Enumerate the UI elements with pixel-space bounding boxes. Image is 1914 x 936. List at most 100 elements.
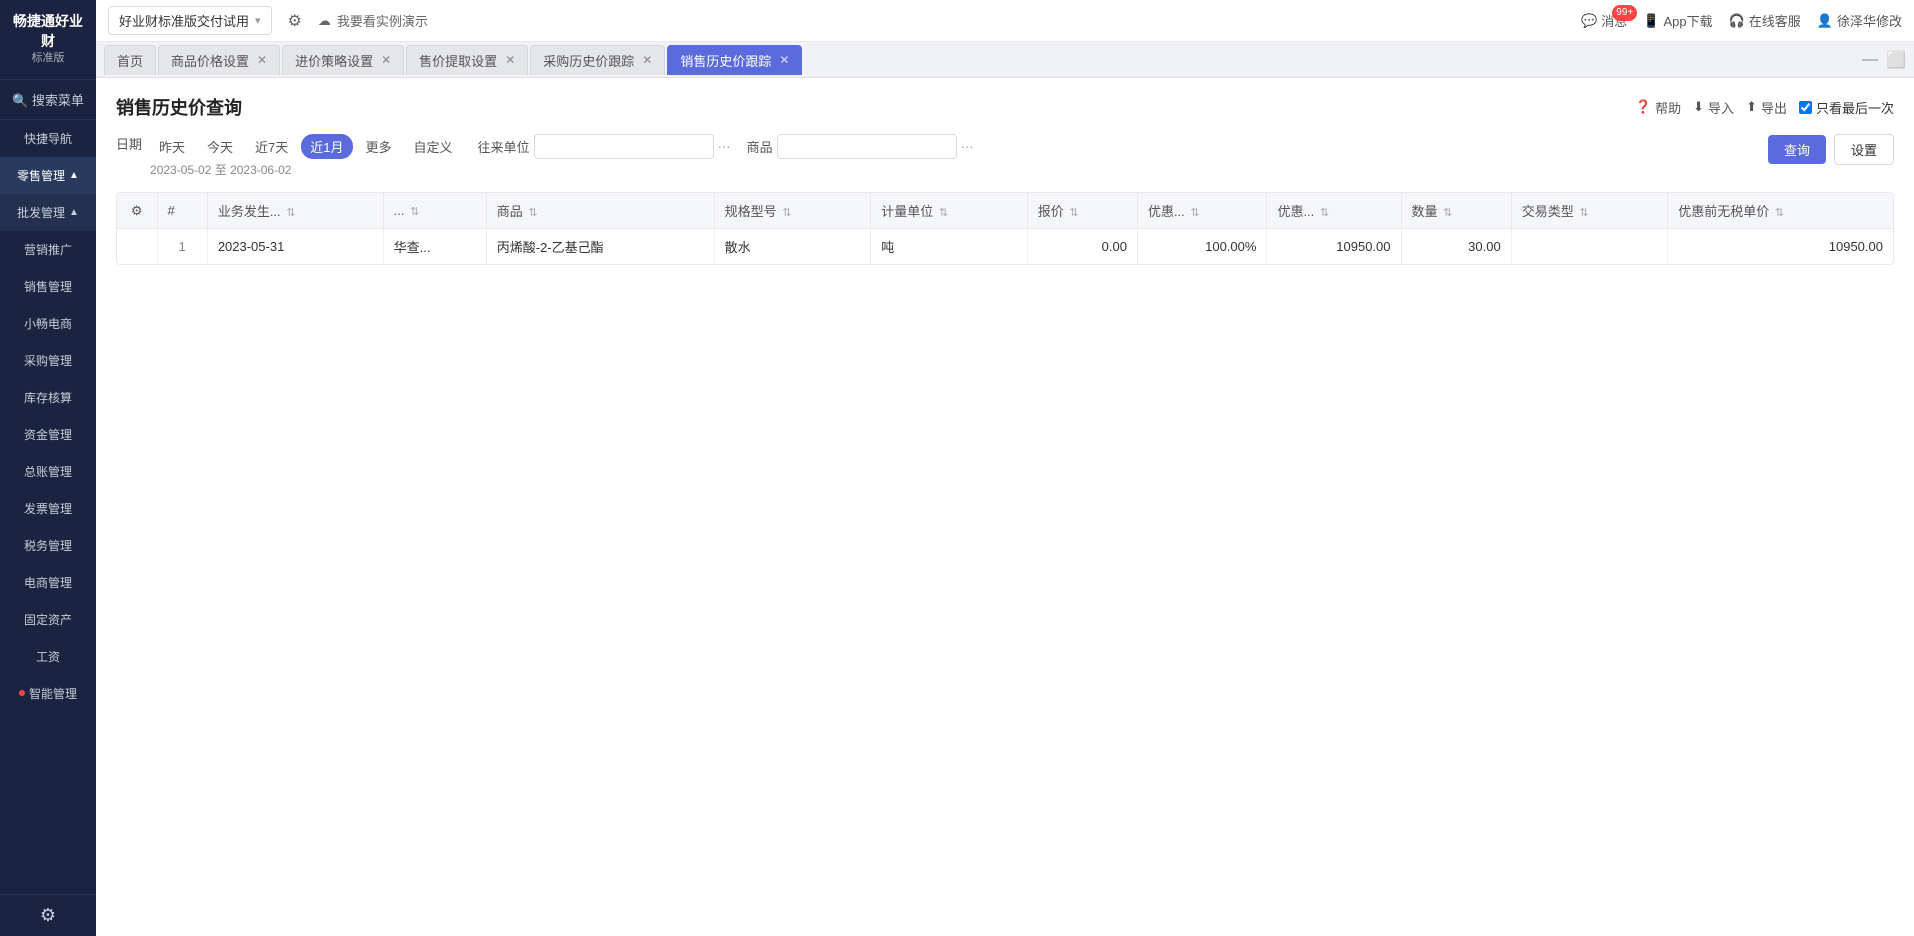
source-unit-label: 往来单位 [478, 137, 530, 156]
data-table-container: ⚙ # 业务发生... ⇅ ... ⇅ 商品 ⇅ 规格型号 ⇅ 计量单位 ⇅ 报… [116, 192, 1894, 265]
message-icon: 💬 [1581, 13, 1597, 29]
message-button[interactable]: 💬 消息 99+ [1581, 11, 1627, 30]
wholesale-label: 批发管理 [17, 204, 65, 221]
payroll-label: 工资 [36, 648, 60, 665]
sidebar-item-ecommerce[interactable]: 电商管理 [0, 564, 96, 601]
invoice-label: 发票管理 [24, 500, 72, 517]
date-yesterday-btn[interactable]: 昨天 [150, 134, 194, 159]
tabbar: 首页 商品价格设置 ✕ 进价策略设置 ✕ 售价提取设置 ✕ 采购历史价跟踪 ✕ … [96, 42, 1914, 78]
sidebar-item-finance[interactable]: 资金管理 [0, 416, 96, 453]
smart-label: 智能管理 [29, 685, 77, 702]
product-filter-label: 商品 [747, 137, 773, 156]
sidebar-item-sales[interactable]: 销售管理 [0, 268, 96, 305]
table-row[interactable]: 1 2023-05-31 华查... 丙烯酸-2-乙基己酯 散水 吨 0.00 … [117, 229, 1893, 265]
date-filter-label: 日期 [116, 134, 142, 153]
col-settings[interactable]: ⚙ [117, 193, 157, 229]
cell-extra: 华查... [383, 229, 486, 265]
date-today-btn[interactable]: 今天 [198, 134, 242, 159]
tab-product-price[interactable]: 商品价格设置 ✕ [158, 45, 280, 75]
col-discount-pct[interactable]: 优惠... ⇅ [1137, 193, 1267, 229]
date-last1month-btn[interactable]: 近1月 [301, 134, 352, 159]
data-table: ⚙ # 业务发生... ⇅ ... ⇅ 商品 ⇅ 规格型号 ⇅ 计量单位 ⇅ 报… [117, 193, 1893, 264]
tab-purchase-history-close[interactable]: ✕ [642, 54, 652, 66]
app-download-button[interactable]: 📱 App下载 [1643, 11, 1712, 30]
help-icon: ❓ [1635, 99, 1651, 115]
tab-purchase-strategy-label: 进价策略设置 [295, 51, 373, 70]
col-spec[interactable]: 规格型号 ⇅ [714, 193, 871, 229]
cell-quote: 0.00 [1027, 229, 1137, 265]
tab-sales-history[interactable]: 销售历史价跟踪 ✕ [667, 45, 802, 75]
sidebar-item-payroll[interactable]: 工资 [0, 638, 96, 675]
tab-product-price-close[interactable]: ✕ [257, 54, 267, 66]
tab-sales-history-label: 销售历史价跟踪 [680, 51, 771, 70]
tab-purchase-strategy-close[interactable]: ✕ [381, 54, 391, 66]
tab-home[interactable]: 首页 [104, 45, 156, 75]
col-qty[interactable]: 数量 ⇅ [1401, 193, 1511, 229]
message-badge: 99+ [1612, 5, 1637, 21]
settings-button[interactable]: 设置 [1834, 134, 1894, 165]
sidebar-item-fixed-assets[interactable]: 固定资产 [0, 601, 96, 638]
tab-purchase-history[interactable]: 采购历史价跟踪 ✕ [530, 45, 665, 75]
wholesale-arrow: ▲ [69, 207, 79, 218]
date-more-btn[interactable]: 更多 [357, 134, 401, 159]
purchase-label: 采购管理 [24, 352, 72, 369]
sidebar-item-marketing[interactable]: 营销推广 [0, 231, 96, 268]
col-extra[interactable]: ... ⇅ [383, 193, 486, 229]
col-discount-amt[interactable]: 优惠... ⇅ [1267, 193, 1401, 229]
source-unit-more-btn[interactable]: ··· [718, 139, 731, 154]
col-product[interactable]: 商品 ⇅ [486, 193, 714, 229]
retail-arrow: ▲ [69, 170, 79, 181]
import-button[interactable]: ⬇ 导入 [1693, 98, 1734, 117]
logo-title: 畅捷通好业财 [8, 12, 88, 51]
sidebar-item-quicknav[interactable]: 快捷导航 [0, 120, 96, 157]
help-button[interactable]: ❓ 帮助 [1635, 98, 1681, 117]
sidebar-item-invoice[interactable]: 发票管理 [0, 490, 96, 527]
sidebar-item-retail[interactable]: 零售管理 ▲ [0, 157, 96, 194]
headset-icon: 🎧 [1729, 13, 1745, 29]
tax-label: 税务管理 [24, 537, 72, 554]
general-ledger-label: 总账管理 [24, 463, 72, 480]
filter-bar: 日期 昨天 今天 近7天 近1月 更多 自定义 2023-05-02 至 202… [116, 134, 1894, 178]
topbar-settings-button[interactable]: ⚙ [284, 7, 306, 35]
sidebar-settings-icon[interactable]: ⚙ [0, 894, 96, 936]
sidebar-item-tax[interactable]: 税务管理 [0, 527, 96, 564]
date-custom-btn[interactable]: 自定义 [405, 134, 462, 159]
sidebar-item-general-ledger[interactable]: 总账管理 [0, 453, 96, 490]
sidebar-search[interactable]: 🔍 搜索菜单 [0, 80, 96, 120]
online-service-button[interactable]: 🎧 在线客服 [1729, 11, 1801, 30]
product-input[interactable] [777, 134, 957, 159]
demo-button[interactable]: ☁ 我要看实例演示 [318, 11, 428, 30]
export-button[interactable]: ⬆ 导出 [1746, 98, 1787, 117]
sidebar-item-ecommerce-small[interactable]: 小畅电商 [0, 305, 96, 342]
tab-price-extract[interactable]: 售价提取设置 ✕ [406, 45, 528, 75]
tab-price-extract-close[interactable]: ✕ [505, 54, 515, 66]
gear-icon: ⚙ [40, 905, 56, 925]
source-unit-input[interactable] [534, 134, 714, 159]
product-select[interactable]: 好业财标准版交付试用 ▾ [108, 6, 272, 35]
ecommerce-small-label: 小畅电商 [24, 315, 72, 332]
col-trade-type[interactable]: 交易类型 ⇅ [1511, 193, 1668, 229]
col-date[interactable]: 业务发生... ⇅ [207, 193, 383, 229]
sidebar-item-inventory[interactable]: 库存核算 [0, 379, 96, 416]
cell-settings [117, 229, 157, 265]
last-only-input[interactable] [1799, 101, 1812, 114]
tab-minimize-icon[interactable]: — [1862, 51, 1878, 69]
finance-label: 资金管理 [24, 426, 72, 443]
sidebar-item-purchase[interactable]: 采购管理 [0, 342, 96, 379]
col-pretax-price[interactable]: 优惠前无税单价 ⇅ [1668, 193, 1893, 229]
col-quote[interactable]: 报价 ⇅ [1027, 193, 1137, 229]
sidebar-item-wholesale[interactable]: 批发管理 ▲ [0, 194, 96, 231]
date-last7-btn[interactable]: 近7天 [246, 134, 297, 159]
col-unit[interactable]: 计量单位 ⇅ [871, 193, 1028, 229]
last-only-checkbox[interactable]: 只看最后一次 [1799, 98, 1894, 117]
query-button[interactable]: 查询 [1768, 135, 1826, 164]
sidebar-item-smart[interactable]: 智能管理 [0, 675, 96, 712]
export-icon: ⬆ [1746, 99, 1757, 115]
tab-maximize-icon[interactable]: ⬜ [1886, 50, 1906, 70]
cell-spec: 散水 [714, 229, 871, 265]
tab-sales-history-close[interactable]: ✕ [779, 54, 789, 66]
product-more-btn[interactable]: ··· [961, 139, 974, 154]
user-menu-button[interactable]: 👤 徐泽华修改 [1817, 11, 1902, 30]
tab-purchase-strategy[interactable]: 进价策略设置 ✕ [282, 45, 404, 75]
page-actions: ❓ 帮助 ⬇ 导入 ⬆ 导出 只看最后一次 [1635, 98, 1894, 117]
